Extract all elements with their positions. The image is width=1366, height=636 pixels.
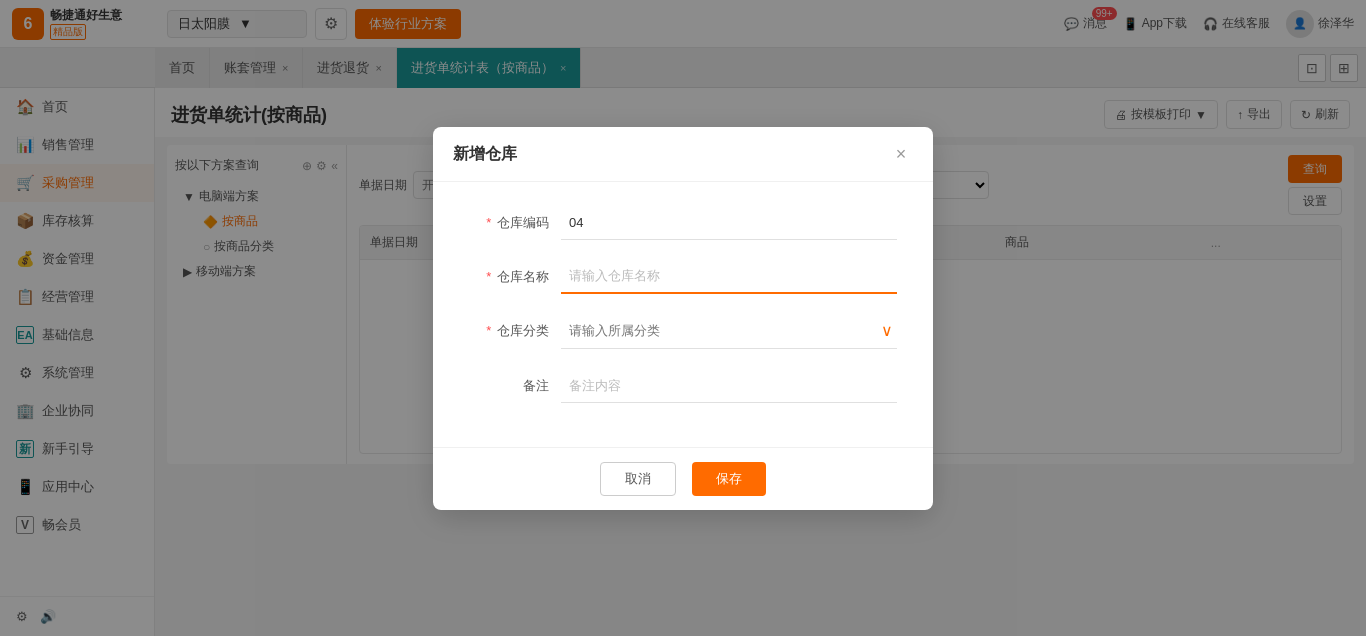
- warehouse-remark-input[interactable]: [561, 369, 897, 403]
- warehouse-code-input[interactable]: [561, 206, 897, 240]
- form-row-name: * 仓库名称: [469, 260, 897, 294]
- add-warehouse-modal: 新增仓库 × * 仓库编码 * 仓库名称: [433, 127, 933, 510]
- category-dropdown-icon[interactable]: ∨: [881, 321, 893, 340]
- form-label-code: * 仓库编码: [469, 214, 549, 232]
- form-label-category: * 仓库分类: [469, 322, 549, 340]
- form-row-category: * 仓库分类 ∨: [469, 314, 897, 349]
- form-row-code: * 仓库编码: [469, 206, 897, 240]
- warehouse-category-input[interactable]: [561, 314, 881, 348]
- modal-title: 新增仓库: [453, 144, 517, 165]
- modal-close-button[interactable]: ×: [889, 143, 913, 167]
- form-label-remark: 备注: [469, 377, 549, 395]
- form-row-remark: 备注: [469, 369, 897, 403]
- modal-header: 新增仓库 ×: [433, 127, 933, 182]
- modal-footer: 取消 保存: [433, 447, 933, 510]
- modal-body: * 仓库编码 * 仓库名称 * 仓库分类: [433, 182, 933, 447]
- category-select-wrap: ∨: [561, 314, 897, 349]
- form-label-name: * 仓库名称: [469, 268, 549, 286]
- save-button[interactable]: 保存: [692, 462, 766, 496]
- cancel-button[interactable]: 取消: [600, 462, 676, 496]
- warehouse-name-input[interactable]: [561, 260, 897, 294]
- modal-overlay: 新增仓库 × * 仓库编码 * 仓库名称: [0, 0, 1366, 636]
